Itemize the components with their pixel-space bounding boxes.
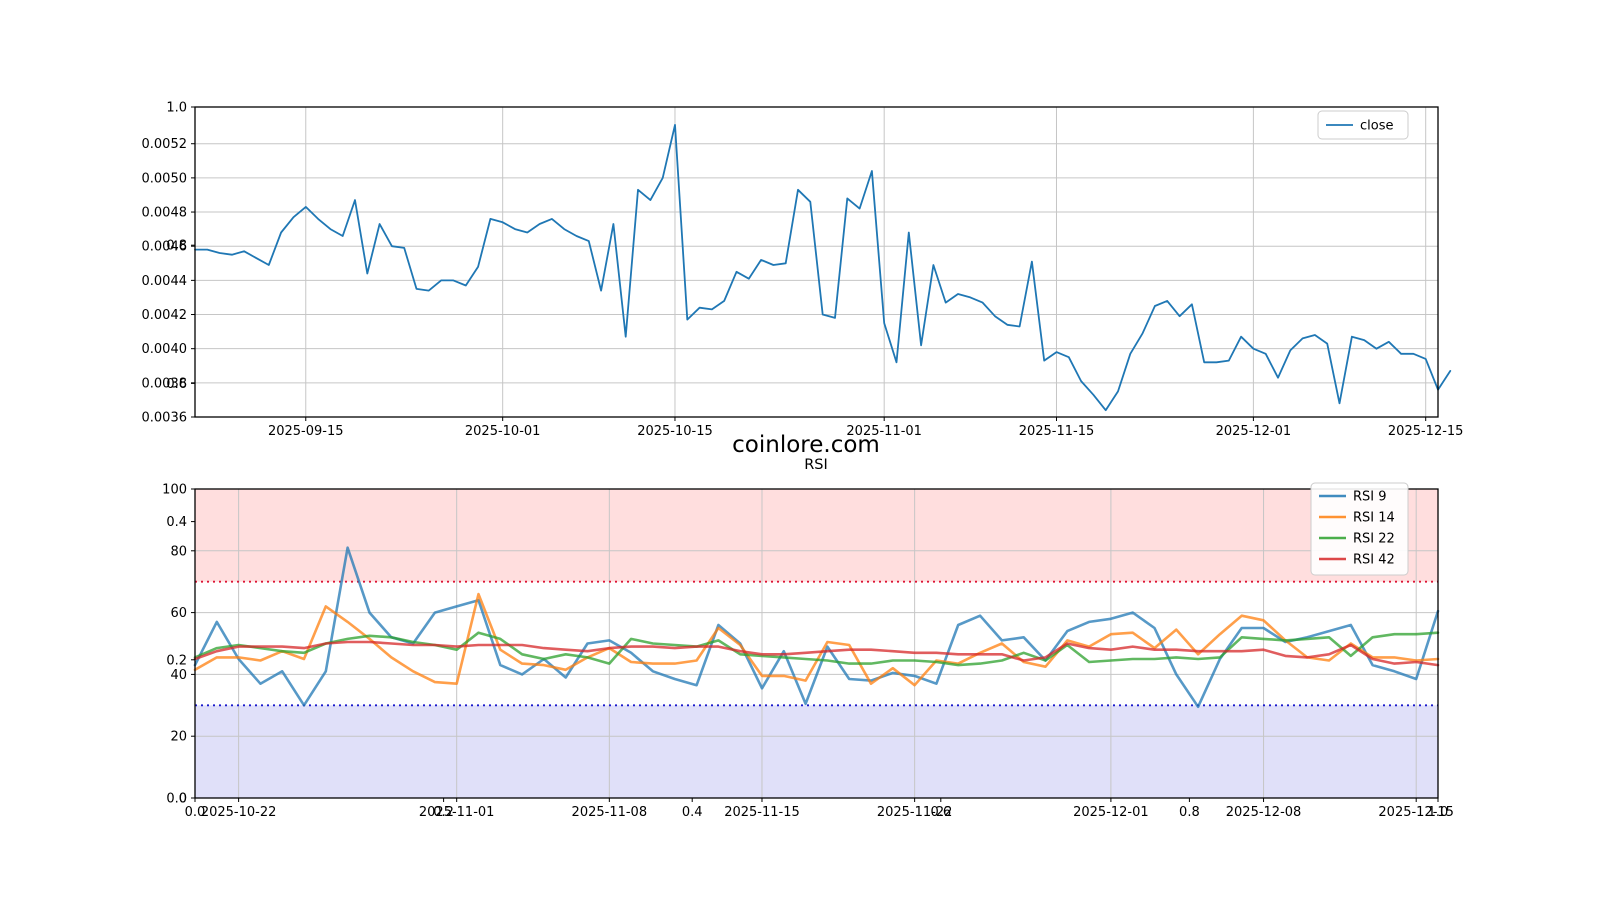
overlay-x-tick-label: 0.0 — [185, 805, 206, 820]
overlay-x-tick-label: 0.2 — [433, 805, 454, 820]
legend-label: RSI 22 — [1353, 532, 1395, 547]
overlay-y-tick-label: 1.0 — [166, 101, 187, 116]
y-tick-label: 0.0040 — [142, 342, 188, 357]
overlay-y-tick-label: 0.2 — [166, 653, 187, 668]
x-tick-label: 2025-12-08 — [1226, 805, 1302, 820]
y-tick-label: 0.0042 — [142, 308, 188, 323]
rsi-axes-title: RSI — [804, 457, 828, 473]
overbought-band — [195, 489, 1438, 582]
y-tick-label: 80 — [170, 544, 187, 559]
y-tick-label: 0.0048 — [142, 206, 188, 221]
x-tick-label: 2025-11-08 — [572, 805, 648, 820]
watermark: coinlore.com — [732, 432, 880, 458]
overlay-y-tick-label: 0.8 — [166, 239, 187, 254]
chart-figure: 0.0036 0.0038 0.0040 0.0042 0.0044 0.0046 0.00… — [0, 0, 1600, 900]
x-tick-label: 2025-10-15 — [637, 424, 713, 439]
legend-label: RSI 42 — [1353, 553, 1395, 568]
x-tick-label: 2025-11-15 — [1019, 424, 1095, 439]
y-tick-label: 0.0050 — [142, 171, 188, 186]
y-tick-label: 40 — [170, 668, 187, 683]
y-tick-label: 0.0052 — [142, 137, 188, 152]
overlay-x-tick-label: 1.0 — [1428, 805, 1449, 820]
overlay-x-tick-label: 0.6 — [930, 805, 951, 820]
legend-label: RSI 9 — [1353, 490, 1387, 505]
overlay-y-tick-label: 0.6 — [166, 377, 187, 392]
x-tick-label: 2025-10-01 — [465, 424, 541, 439]
x-tick-label: 2025-12-15 — [1388, 424, 1464, 439]
oversold-band — [195, 705, 1438, 798]
legend-label: RSI 14 — [1353, 511, 1395, 526]
x-tick-label: 2025-11-15 — [724, 805, 800, 820]
overlay-x-tick-label: 0.8 — [1179, 805, 1200, 820]
x-tick-label: 2025-11-01 — [419, 805, 495, 820]
x-tick-label: 2025-09-15 — [268, 424, 344, 439]
chart-canvas: 0.00360.00380.00400.00420.00440.00460.00… — [142, 101, 1464, 821]
overlay-x-tick-label: 0.4 — [682, 805, 703, 820]
x-tick-label: 2025-12-01 — [1073, 805, 1149, 820]
overlay-y-tick-label: 0.4 — [166, 515, 187, 530]
x-tick-label: 2025-12-01 — [1216, 424, 1292, 439]
y-tick-label: 100 — [162, 483, 187, 498]
y-tick-label: 0.0036 — [142, 411, 188, 426]
legend-label: close — [1360, 119, 1393, 134]
y-tick-label: 60 — [170, 606, 187, 621]
price-chart: 0.00360.00380.00400.00420.00440.00460.00… — [142, 106, 1464, 439]
series-rsi-14 — [193, 592, 1440, 687]
y-tick-label: 0.0044 — [142, 274, 188, 289]
series-close — [194, 124, 1452, 412]
rsi-chart: 0204060801002025-10-22 2025-11-01 2025-11-… — [162, 482, 1454, 820]
x-tick-label: 2025-10-22 — [201, 805, 277, 820]
y-tick-label: 20 — [170, 730, 187, 745]
